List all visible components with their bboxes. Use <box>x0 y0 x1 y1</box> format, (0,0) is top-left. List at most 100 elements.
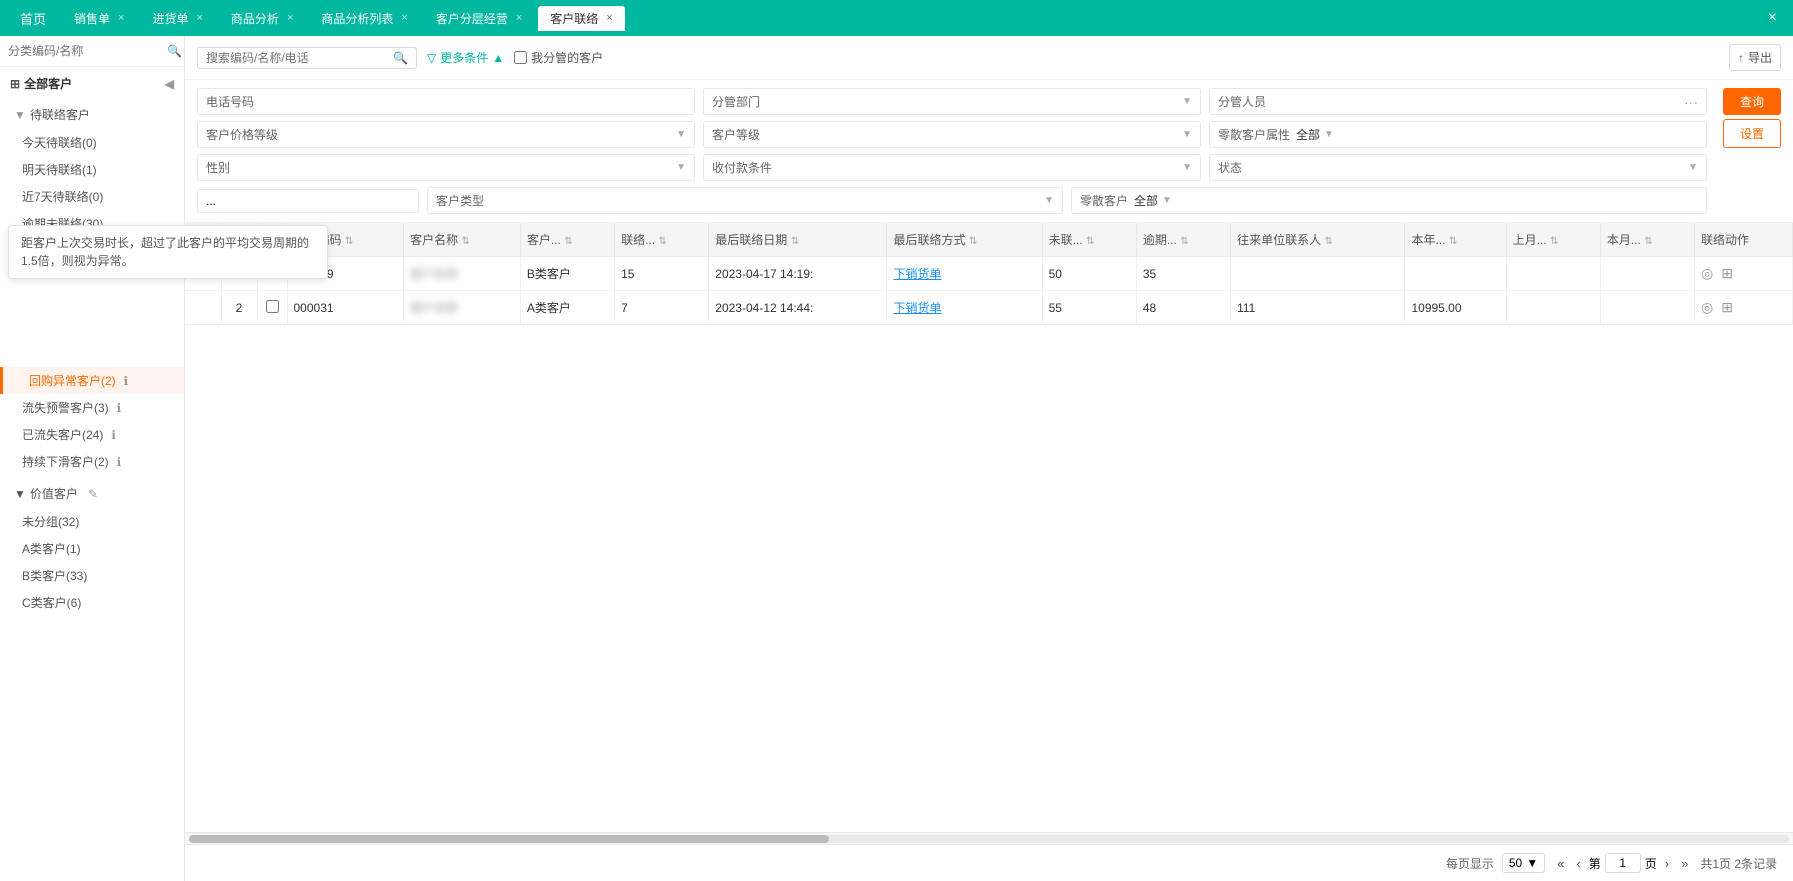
filter-retail-customer[interactable]: 零散客户 全部 ▼ <box>1071 187 1707 214</box>
nav-tab-analysis[interactable]: 商品分析 × <box>219 6 305 31</box>
sort-icon[interactable]: ⇅ <box>1550 236 1558 247</box>
col-header-contact: 联络... ⇅ <box>615 223 709 257</box>
next-page-button[interactable]: › <box>1661 854 1673 873</box>
filter-status[interactable]: 状态 ▼ <box>1209 154 1707 181</box>
sidebar-collapse-button[interactable]: ◀ <box>165 77 174 91</box>
sidebar-item-churn-warning[interactable]: 流失预警客户(3) ℹ <box>0 394 184 421</box>
row-actions-cell: ◎ ⊞ <box>1695 291 1793 325</box>
sidebar-item-churned[interactable]: 已流失客户(24) ℹ <box>0 421 184 448</box>
nav-tab-purchase[interactable]: 进货单 × <box>140 6 214 31</box>
horizontal-scrollbar[interactable] <box>185 832 1793 844</box>
more-conditions-button[interactable]: ▽ 更多条件 ▲ <box>427 49 504 66</box>
query-button[interactable]: 查询 <box>1723 88 1781 115</box>
sidebar-item-classB[interactable]: B类客户(33) <box>0 562 184 589</box>
filter-phone: 电话号码 <box>197 88 695 115</box>
contact-icon[interactable]: ◎ <box>1701 265 1713 282</box>
nav-home[interactable]: 首页 <box>8 5 58 32</box>
info-icon: ℹ <box>117 401 122 415</box>
chevron-up-icon: ▲ <box>492 51 504 65</box>
filter-payment-terms[interactable]: 收付款条件 ▼ <box>703 154 1201 181</box>
row-checkbox[interactable] <box>266 300 279 313</box>
sidebar-item-declining[interactable]: 持续下滑客户(2) ℹ <box>0 448 184 475</box>
sidebar-item-repurchase-anomaly[interactable]: 回购异常客户(2) ℹ <box>0 367 184 394</box>
scroll-thumb[interactable] <box>189 835 829 843</box>
page-navigation: « ‹ 第 页 › » <box>1553 853 1692 873</box>
per-page-select[interactable]: 50 ▼ <box>1502 853 1545 873</box>
ellipsis-icon[interactable]: ··· <box>1684 94 1698 110</box>
customer-name: 客户名称 <box>410 301 458 315</box>
col-header-last-contact-date: 最后联络日期 ⇅ <box>709 223 887 257</box>
search-icon[interactable]: 🔍 <box>393 51 408 65</box>
sidebar-item-today[interactable]: 今天待联络(0) <box>0 129 184 156</box>
filter-price-grade[interactable]: 客户价格等级 ▼ <box>197 121 695 148</box>
content-area: 🔍 ▽ 更多条件 ▲ 我分管的客户 ↑ 导出 <box>185 36 1793 881</box>
info-icon: ℹ <box>117 455 122 469</box>
sidebar-item-7days[interactable]: 近7天待联络(0) <box>0 183 184 210</box>
filter-customer-grade[interactable]: 客户等级 ▼ <box>703 121 1201 148</box>
sort-icon[interactable]: ⇅ <box>1086 236 1094 247</box>
row-this-year-cell <box>1405 257 1506 291</box>
sort-icon[interactable]: ⇅ <box>791 236 799 247</box>
filter-retail-attr[interactable]: 零散客户属性 全部 ▼ <box>1209 121 1707 148</box>
nav-tab-analysis-list[interactable]: 商品分析列表 × <box>309 6 419 31</box>
chevron-down-icon: ▼ <box>1324 129 1334 140</box>
filter-gender[interactable]: 性别 ▼ <box>197 154 695 181</box>
close-icon[interactable]: × <box>401 12 407 24</box>
my-customers-check[interactable] <box>514 51 527 64</box>
close-icon[interactable]: × <box>606 12 612 24</box>
row-last-date-cell: 2023-04-12 14:44: <box>709 291 887 325</box>
sidebar-item-tomorrow[interactable]: 明天待联络(1) <box>0 156 184 183</box>
sort-icon[interactable]: ⇅ <box>1644 236 1652 247</box>
more-icon[interactable]: ⊞ <box>1721 299 1733 316</box>
sort-icon[interactable]: ⇅ <box>1324 236 1332 247</box>
row-last-month-cell <box>1506 291 1600 325</box>
sidebar-item-classC[interactable]: C类客户(6) <box>0 589 184 616</box>
filter-customer-type[interactable]: 客户类型 ▼ <box>427 187 1063 214</box>
sort-icon[interactable]: ⇅ <box>345 236 353 247</box>
prev-page-button[interactable]: ‹ <box>1572 854 1584 873</box>
search-box: 🔍 <box>197 47 417 69</box>
close-icon[interactable]: × <box>118 12 124 24</box>
sidebar-item-ungrouped[interactable]: 未分组(32) <box>0 508 184 535</box>
nav-tab-customer-contact[interactable]: 客户联络 × <box>538 6 624 31</box>
page-number-input[interactable] <box>1605 853 1641 873</box>
sort-icon[interactable]: ⇅ <box>969 236 977 247</box>
filter-manager[interactable]: 分管人员 ··· <box>1209 88 1707 115</box>
sidebar-all-customers[interactable]: ⊞ 全部客户 ◀ <box>0 67 184 100</box>
last-page-button[interactable]: » <box>1677 854 1692 873</box>
first-page-button[interactable]: « <box>1553 854 1568 873</box>
contact-icon[interactable]: ◎ <box>1701 299 1713 316</box>
edit-icon[interactable]: ✎ <box>88 487 98 501</box>
sidebar-value-group-title[interactable]: ▼ 价值客户 ✎ <box>0 479 184 508</box>
sort-icon[interactable]: ⇅ <box>1449 236 1457 247</box>
close-icon[interactable]: × <box>516 12 522 24</box>
col-header-last-contact-way: 最后联络方式 ⇅ <box>887 223 1042 257</box>
more-icon[interactable]: ⊞ <box>1721 265 1733 282</box>
filter-ellipsis[interactable]: ... <box>197 189 419 213</box>
filter-rows: 电话号码 分管部门 ▼ 分管人员 ··· <box>185 80 1793 223</box>
sidebar-search-input[interactable] <box>8 44 163 58</box>
sort-icon[interactable]: ⇅ <box>1180 236 1188 247</box>
my-customers-checkbox[interactable]: 我分管的客户 <box>514 49 603 66</box>
filter-department[interactable]: 分管部门 ▼ <box>703 88 1201 115</box>
sort-icon[interactable]: ⇅ <box>462 236 470 247</box>
close-icon[interactable]: × <box>196 12 202 24</box>
window-close-button[interactable]: × <box>1760 5 1785 31</box>
row-last-way-cell[interactable]: 下销货单 <box>887 257 1042 291</box>
row-last-way-cell[interactable]: 下销货单 <box>887 291 1042 325</box>
nav-tab-sales[interactable]: 销售单 × <box>62 6 136 31</box>
close-icon[interactable]: × <box>287 12 293 24</box>
export-button[interactable]: ↑ 导出 <box>1729 44 1781 71</box>
sidebar-item-classA[interactable]: A类客户(1) <box>0 535 184 562</box>
nav-tab-customer-layer[interactable]: 客户分层经营 × <box>424 6 534 31</box>
sort-icon[interactable]: ⇅ <box>564 236 572 247</box>
settings-button[interactable]: 设置 <box>1723 119 1781 148</box>
chevron-down-icon: ▼ <box>1182 162 1192 173</box>
sidebar-group-pending[interactable]: ▼ 待联络客户 <box>0 100 184 129</box>
row-contact-person-cell: 111 <box>1231 291 1405 325</box>
main-search-input[interactable] <box>206 51 387 65</box>
row-this-month-cell <box>1600 291 1694 325</box>
search-icon[interactable]: 🔍 <box>167 44 182 58</box>
tooltip-box: 距客户上次交易时长，超过了此客户的平均交易周期的1.5倍，则视为异常。 <box>8 225 184 279</box>
sort-icon[interactable]: ⇅ <box>658 236 666 247</box>
